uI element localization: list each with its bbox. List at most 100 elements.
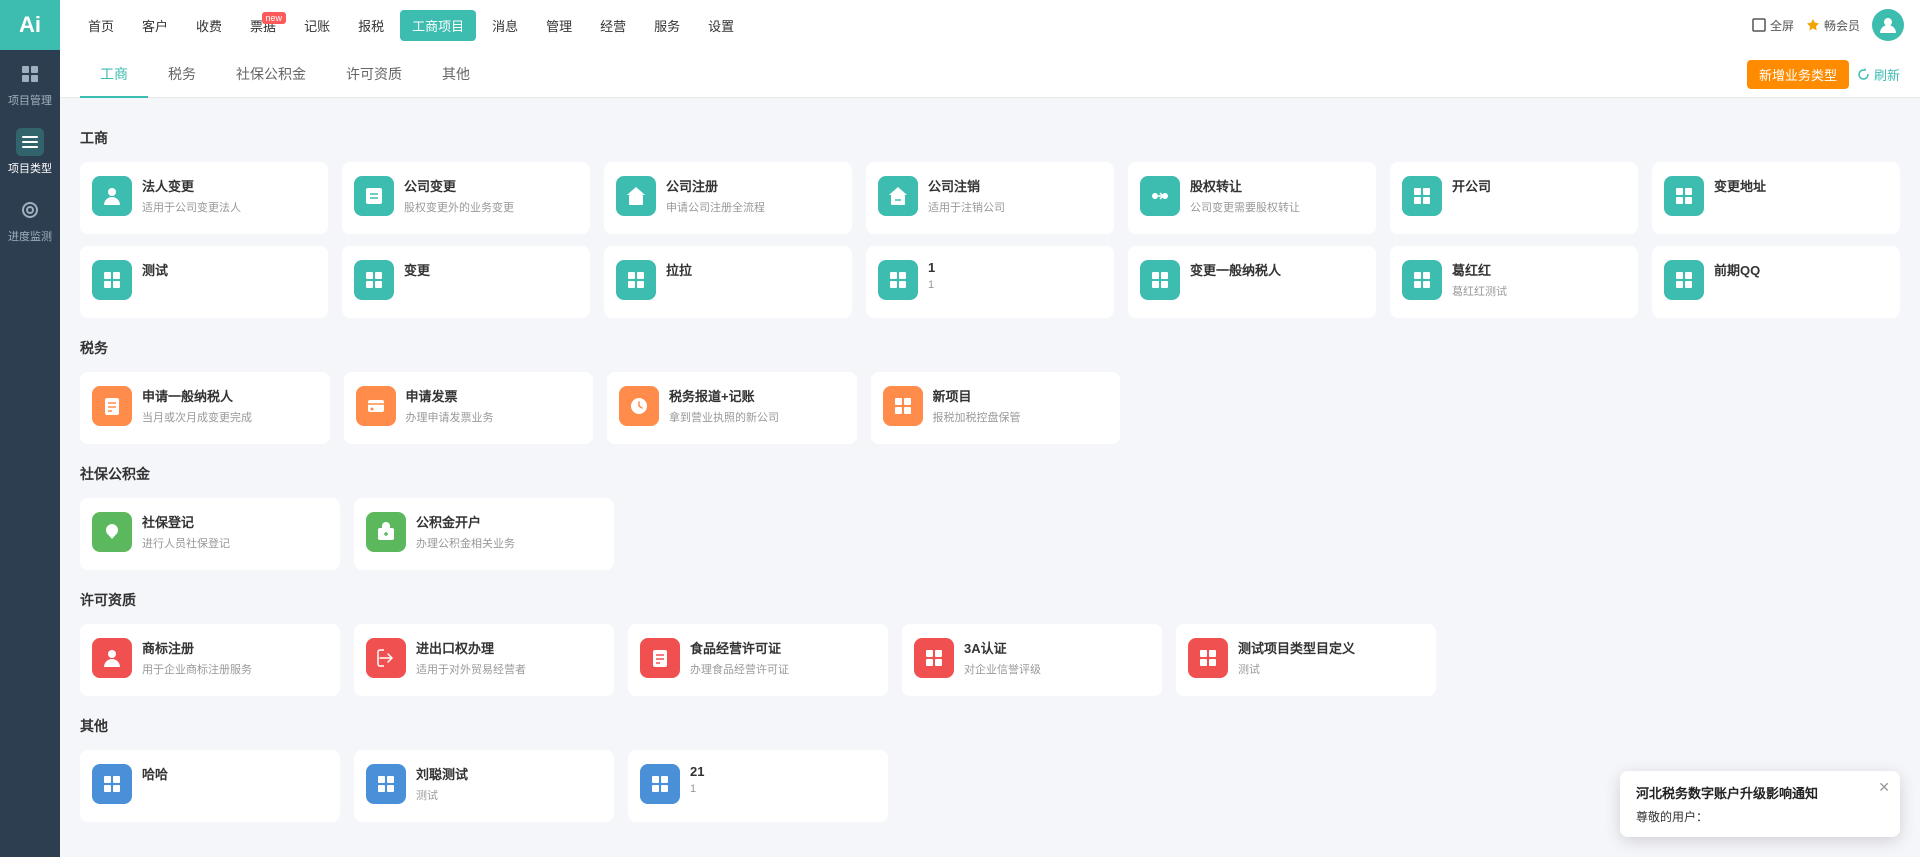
- one-icon: [878, 260, 918, 300]
- open-company-icon: [1402, 176, 1442, 216]
- new-project-icon: [883, 386, 923, 426]
- card-change-tax[interactable]: 变更一般纳税人: [1128, 246, 1376, 318]
- apply-invoice-icon: [356, 386, 396, 426]
- nav-management[interactable]: 管理: [534, 10, 584, 41]
- legal-change-icon: [92, 176, 132, 216]
- industrial-cards-row2: 测试 变更: [80, 246, 1900, 318]
- social-register-icon: [92, 512, 132, 552]
- nav-industrial[interactable]: 工商项目: [400, 10, 476, 41]
- nav-home[interactable]: 首页: [76, 10, 126, 41]
- content: 工商 税务 社保公积金 许可资质 其他 新增业务类型 刷新 工商: [60, 50, 1920, 857]
- card-company-cancel[interactable]: 公司注销 适用于注销公司: [866, 162, 1114, 234]
- qian-qi-qq-icon: [1664, 260, 1704, 300]
- nav-customer[interactable]: 客户: [130, 10, 180, 41]
- equity-transfer-icon: [1140, 176, 1180, 216]
- change2-icon: [354, 260, 394, 300]
- section-tax-title: 税务: [80, 338, 1900, 358]
- project-type-icon: [16, 128, 44, 156]
- sidebar-item-project-type[interactable]: 项目类型: [0, 118, 60, 186]
- card-haha[interactable]: 哈哈: [80, 750, 340, 822]
- lala-icon: [616, 260, 656, 300]
- card-equity-transfer[interactable]: 股权转让 公司变更需要股权转让: [1128, 162, 1376, 234]
- company-cancel-icon: [878, 176, 918, 216]
- apply-general-tax-icon: [92, 386, 132, 426]
- card-test[interactable]: 测试: [80, 246, 328, 318]
- card-3a-cert[interactable]: 3A认证 对企业信誉评级: [902, 624, 1162, 696]
- toast-body: 尊敬的用户：: [1636, 808, 1884, 825]
- tab-license[interactable]: 许可资质: [326, 50, 422, 98]
- ge-hong-hong-icon: [1402, 260, 1442, 300]
- license-cards: 商标注册 用于企业商标注册服务 进出口权办理 适用于对外贸易经营者: [80, 624, 1436, 696]
- tab-social[interactable]: 社保公积金: [216, 50, 326, 98]
- refresh-button[interactable]: 刷新: [1857, 65, 1900, 84]
- card-tax-report-accounting[interactable]: 税务报道+记账 拿到营业执照的新公司: [607, 372, 857, 444]
- sidebar: Ai 项目管理 项目类型 进度监测: [0, 0, 60, 857]
- company-change-icon: [354, 176, 394, 216]
- fullscreen-button[interactable]: 全屏: [1752, 17, 1794, 34]
- company-register-icon: [616, 176, 656, 216]
- sidebar-item-project-mgmt[interactable]: 项目管理: [0, 50, 60, 118]
- card-apply-invoice[interactable]: 申请发票 办理申请发票业务: [344, 372, 594, 444]
- content-body: 工商 法人变更 适用于公司变更法人: [60, 98, 1920, 857]
- card-ge-hong-hong[interactable]: 葛红红 葛红红测试: [1390, 246, 1638, 318]
- nav-message[interactable]: 消息: [480, 10, 530, 41]
- card-legal-change[interactable]: 法人变更 适用于公司变更法人: [80, 162, 328, 234]
- ticket-badge: new: [262, 12, 287, 24]
- card-change2[interactable]: 变更: [342, 246, 590, 318]
- tab-other[interactable]: 其他: [422, 50, 490, 98]
- tab-industrial[interactable]: 工商: [80, 50, 148, 98]
- food-permit-icon: [640, 638, 680, 678]
- section-industrial-title: 工商: [80, 128, 1900, 148]
- nav-ticket[interactable]: 票据 new: [238, 10, 288, 41]
- tabbar: 工商 税务 社保公积金 许可资质 其他 新增业务类型 刷新: [60, 50, 1920, 98]
- card-company-change[interactable]: 公司变更 股权变更外的业务变更: [342, 162, 590, 234]
- topnav: 首页 客户 收费 票据 new 记账 报税 工商项目 消息 管理 经营 服务 设…: [60, 0, 1920, 50]
- card-lala[interactable]: 拉拉: [604, 246, 852, 318]
- test-type-icon: [1188, 638, 1228, 678]
- card-one[interactable]: 1 1: [866, 246, 1114, 318]
- section-social-title: 社保公积金: [80, 464, 1900, 484]
- card-trademark[interactable]: 商标注册 用于企业商标注册服务: [80, 624, 340, 696]
- card-new-project[interactable]: 新项目 报税加税控盘保管: [871, 372, 1121, 444]
- vip-button[interactable]: 畅会员: [1806, 17, 1860, 34]
- card-test-type[interactable]: 测试项目类型目定义 测试: [1176, 624, 1436, 696]
- import-export-icon: [366, 638, 406, 678]
- avatar[interactable]: [1872, 9, 1904, 41]
- card-social-register[interactable]: 社保登记 进行人员社保登记: [80, 498, 340, 570]
- social-cards: 社保登记 进行人员社保登记 公积金开户 办理公积金相关业务: [80, 498, 614, 570]
- tax-cards: 申请一般纳税人 当月或次月成变更完成 申请发票 办理申请发票业务: [80, 372, 1120, 444]
- trademark-icon: [92, 638, 132, 678]
- toast-title: 河北税务数字账户升级影响通知: [1636, 783, 1884, 802]
- sidebar-item-progress-monitor[interactable]: 进度监测: [0, 186, 60, 254]
- card-qian-qi-qq[interactable]: 前期QQ: [1652, 246, 1900, 318]
- app-logo: Ai: [0, 0, 60, 50]
- card-apply-general-tax[interactable]: 申请一般纳税人 当月或次月成变更完成: [80, 372, 330, 444]
- twenty-one-icon: [640, 764, 680, 804]
- nav-settings[interactable]: 设置: [696, 10, 746, 41]
- haha-icon: [92, 764, 132, 804]
- tax-report-icon: [619, 386, 659, 426]
- card-open-company[interactable]: 开公司: [1390, 162, 1638, 234]
- tabbar-actions: 新增业务类型 刷新: [1747, 60, 1900, 97]
- tab-tax[interactable]: 税务: [148, 50, 216, 98]
- card-company-register[interactable]: 公司注册 申请公司注册全流程: [604, 162, 852, 234]
- card-twenty-one[interactable]: 21 1: [628, 750, 888, 822]
- notification-toast: ✕ 河北税务数字账户升级影响通知 尊敬的用户：: [1620, 771, 1900, 837]
- card-food-permit[interactable]: 食品经营许可证 办理食品经营许可证: [628, 624, 888, 696]
- card-import-export[interactable]: 进出口权办理 适用于对外贸易经营者: [354, 624, 614, 696]
- card-liu-cong-test[interactable]: 刘聪测试 测试: [354, 750, 614, 822]
- nav-service[interactable]: 服务: [642, 10, 692, 41]
- project-mgmt-icon: [16, 60, 44, 88]
- nav-tax[interactable]: 报税: [346, 10, 396, 41]
- topnav-right: 全屏 畅会员: [1752, 9, 1904, 41]
- progress-monitor-icon: [16, 196, 44, 224]
- card-fund-open[interactable]: 公积金开户 办理公积金相关业务: [354, 498, 614, 570]
- nav-operations[interactable]: 经营: [588, 10, 638, 41]
- toast-close-button[interactable]: ✕: [1878, 779, 1890, 796]
- new-type-button[interactable]: 新增业务类型: [1747, 60, 1849, 89]
- nav-accounting[interactable]: 记账: [292, 10, 342, 41]
- card-change-address[interactable]: 变更地址: [1652, 162, 1900, 234]
- 3a-cert-icon: [914, 638, 954, 678]
- test-icon: [92, 260, 132, 300]
- nav-billing[interactable]: 收费: [184, 10, 234, 41]
